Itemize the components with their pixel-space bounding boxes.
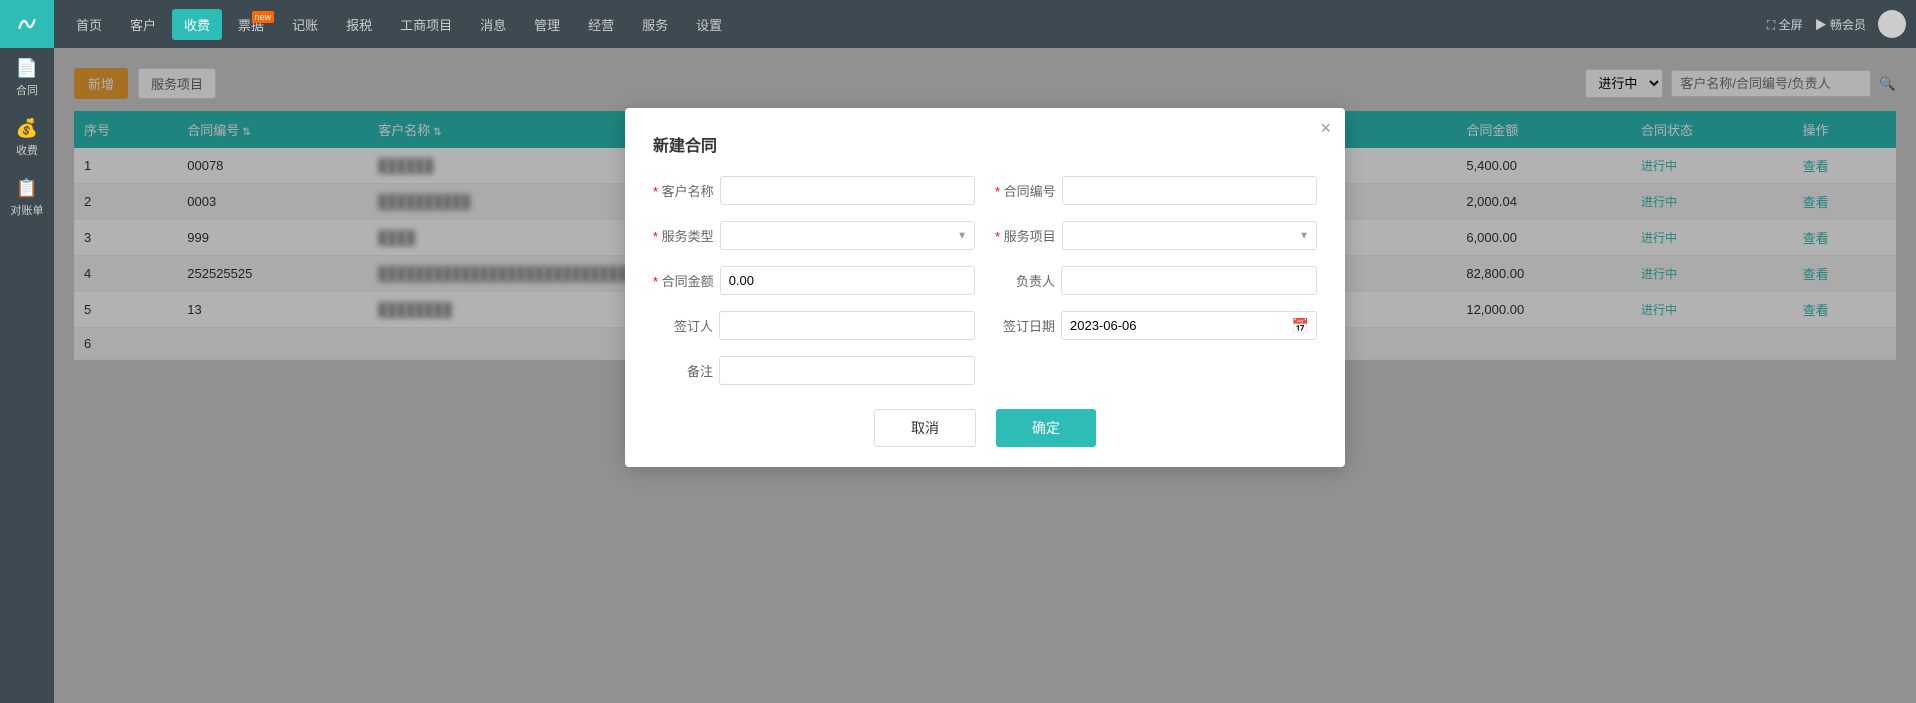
service-type-select-wrapper — [720, 221, 975, 250]
service-item-select-wrapper — [1062, 221, 1317, 250]
sign-date-label: 签订日期 — [995, 316, 1055, 335]
signer-label: 签订人 — [653, 316, 713, 335]
service-type-select[interactable] — [720, 221, 975, 250]
client-name-label: 客户名称 — [653, 181, 714, 200]
modal-dialog: × 新建合同 客户名称 合同编号 — [625, 108, 1345, 467]
sidebar-item-receipts-label: 收费 — [16, 142, 38, 158]
contract-amount-input[interactable] — [720, 266, 975, 295]
nav-accounting[interactable]: 记账 — [280, 9, 330, 40]
calendar-icon[interactable]: 📅 — [1292, 317, 1309, 334]
nav-industry[interactable]: 工商项目 — [388, 9, 464, 40]
form-row-4: 签订人 签订日期 📅 — [653, 311, 1317, 340]
sidebar-item-contract[interactable]: 📄 合同 — [0, 48, 54, 108]
sidebar: 📄 合同 💰 收费 📋 对账单 — [0, 0, 54, 703]
nav-operation[interactable]: 经营 — [576, 9, 626, 40]
service-item-label: 服务项目 — [995, 226, 1056, 245]
nav-settings[interactable]: 设置 — [684, 9, 734, 40]
sidebar-item-reconcile-label: 对账单 — [11, 202, 44, 218]
cancel-button[interactable]: 取消 — [874, 409, 976, 447]
responsible-input[interactable] — [1061, 266, 1317, 295]
form-row-1: 客户名称 合同编号 — [653, 176, 1317, 205]
member-button[interactable]: ▶ 畅会员 — [1815, 16, 1866, 33]
contract-no-label: 合同编号 — [995, 181, 1056, 200]
sign-date-wrapper: 📅 — [1061, 311, 1317, 340]
new-badge: new — [252, 11, 275, 23]
receipts-icon: 💰 — [16, 118, 38, 139]
form-field-contract-no: 合同编号 — [995, 176, 1317, 205]
topnav-right: ⛶ 全屏 ▶ 畅会员 — [1767, 10, 1906, 38]
form-field-client: 客户名称 — [653, 176, 975, 205]
form-row-5: 备注 — [653, 356, 1317, 385]
nav-manage[interactable]: 管理 — [522, 9, 572, 40]
responsible-label: 负责人 — [995, 271, 1055, 290]
modal-close-button[interactable]: × — [1320, 118, 1331, 139]
modal-overlay: × 新建合同 客户名称 合同编号 — [54, 48, 1916, 703]
form-field-sign-date: 签订日期 📅 — [995, 311, 1317, 340]
sidebar-logo[interactable] — [0, 0, 54, 48]
contract-amount-label: 合同金额 — [653, 271, 714, 290]
form-field-service-item: 服务项目 — [995, 221, 1317, 250]
fullscreen-button[interactable]: ⛶ 全屏 — [1767, 16, 1803, 33]
contract-icon: 📄 — [16, 58, 38, 79]
form-row-3: 合同金额 负责人 — [653, 266, 1317, 295]
service-type-label: 服务类型 — [653, 226, 714, 245]
note-input[interactable] — [719, 356, 975, 385]
client-name-input[interactable] — [720, 176, 975, 205]
form-row-2: 服务类型 服务项目 — [653, 221, 1317, 250]
user-avatar[interactable] — [1878, 10, 1906, 38]
confirm-button[interactable]: 确定 — [996, 409, 1096, 447]
nav-home[interactable]: 首页 — [64, 9, 114, 40]
nav-service[interactable]: 服务 — [630, 9, 680, 40]
contract-no-input[interactable] — [1062, 176, 1317, 205]
sidebar-item-contract-label: 合同 — [16, 82, 38, 98]
nav-client[interactable]: 客户 — [118, 9, 168, 40]
form-field-note: 备注 — [653, 356, 975, 385]
content: 新增 服务项目 进行中 已完成 已取消 🔍 序号 合同编 — [54, 48, 1916, 703]
topnav: 首页 客户 收费 票据 new 记账 报税 工商项目 消息 管理 经营 服务 设… — [54, 0, 1916, 48]
form-field-service-type: 服务类型 — [653, 221, 975, 250]
nav-receipts[interactable]: 收费 — [172, 9, 222, 40]
sign-date-input[interactable] — [1061, 311, 1317, 340]
main-area: 首页 客户 收费 票据 new 记账 报税 工商项目 消息 管理 经营 服务 设… — [54, 0, 1916, 703]
nav-message[interactable]: 消息 — [468, 9, 518, 40]
note-label: 备注 — [653, 361, 713, 380]
page-area: 新增 服务项目 进行中 已完成 已取消 🔍 序号 合同编 — [54, 48, 1916, 703]
nav-invoice[interactable]: 票据 new — [226, 9, 276, 40]
nav-tax[interactable]: 报税 — [334, 9, 384, 40]
signer-input[interactable] — [719, 311, 975, 340]
modal-footer: 取消 确定 — [653, 409, 1317, 447]
form-field-responsible: 负责人 — [995, 266, 1317, 295]
service-item-select[interactable] — [1062, 221, 1317, 250]
form-field-amount: 合同金额 — [653, 266, 975, 295]
modal-title: 新建合同 — [653, 132, 1317, 156]
sidebar-item-reconcile[interactable]: 📋 对账单 — [0, 168, 54, 228]
reconcile-icon: 📋 — [16, 178, 38, 199]
form-field-signer: 签订人 — [653, 311, 975, 340]
sidebar-item-receipts[interactable]: 💰 收费 — [0, 108, 54, 168]
